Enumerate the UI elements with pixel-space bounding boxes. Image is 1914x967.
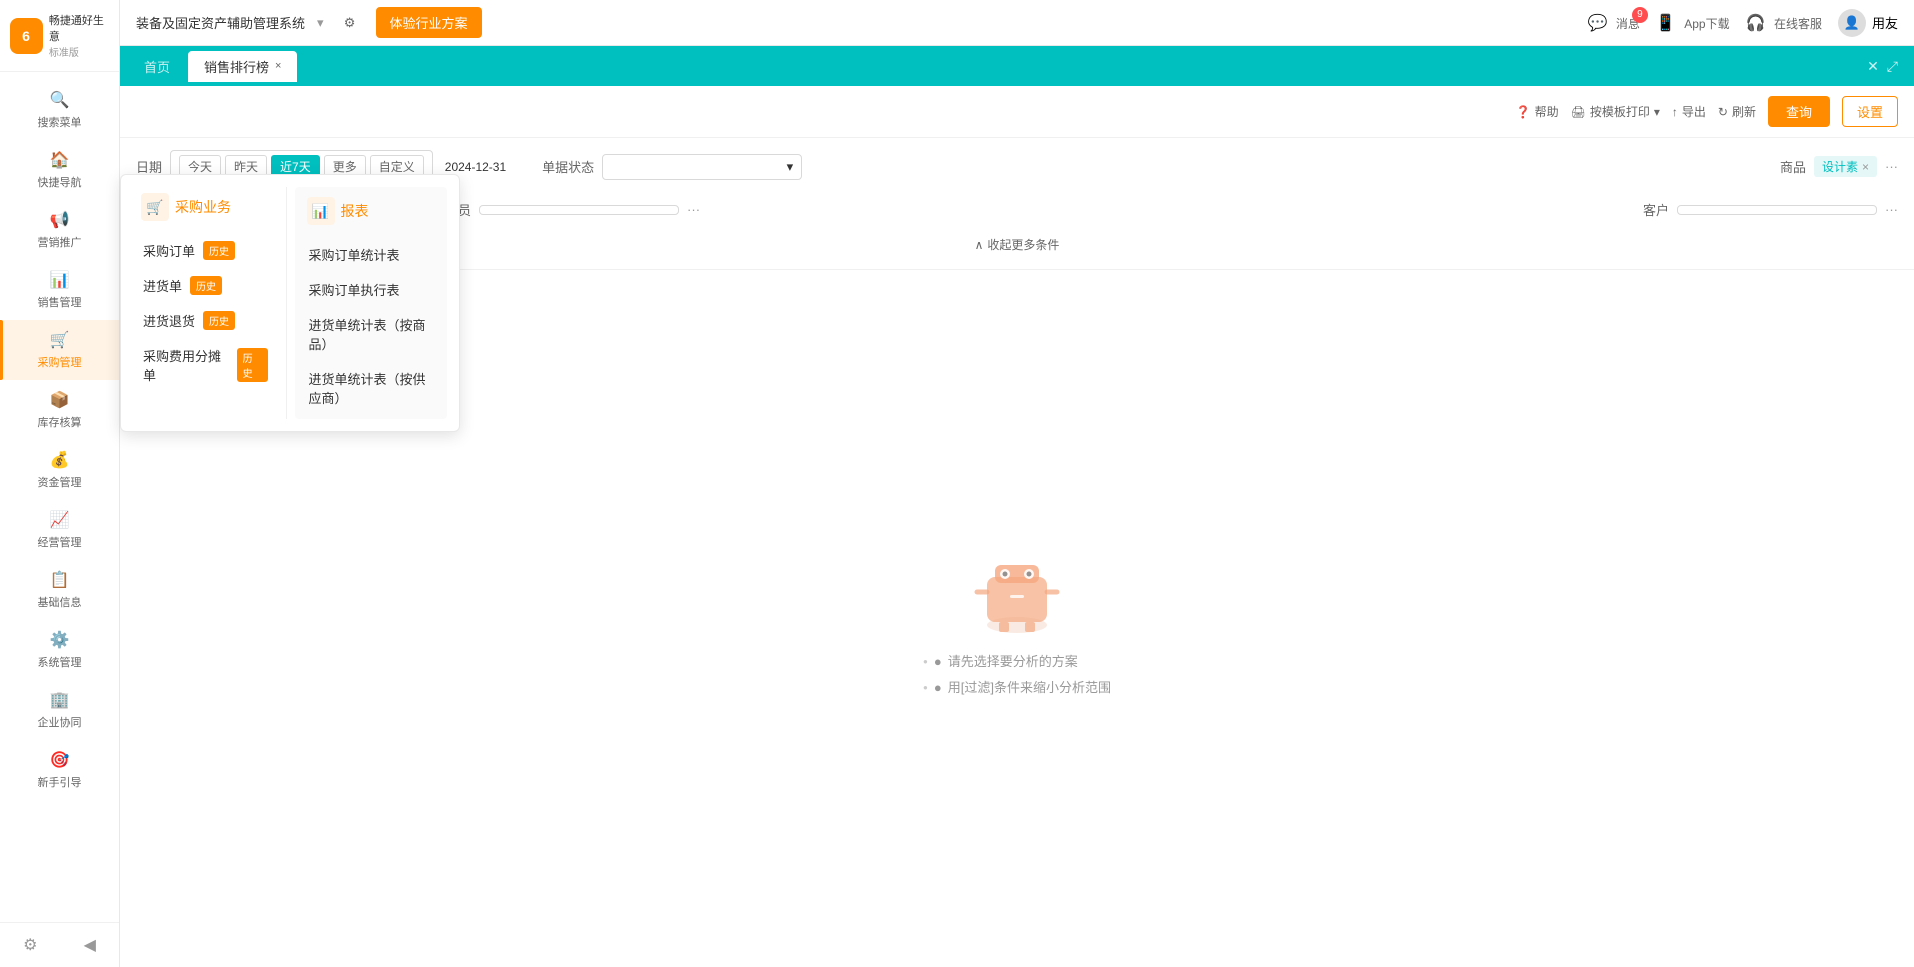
inbound-label: 进货单 [143,276,182,295]
purchase-section-icon: 🛒 [141,193,169,221]
report-section-title: 报表 [341,201,369,221]
inbound-stats-supplier-label: 进货单统计表（按供应商） [309,369,434,407]
purchase-section-title: 采购业务 [175,197,231,217]
menu-item-expense[interactable]: 采购费用分摊单 历史 [133,338,278,392]
purchase-order-stats-label: 采购订单统计表 [309,245,400,264]
menu-item-inbound[interactable]: 进货单 历史 [133,268,278,303]
menu-overlay[interactable] [0,0,1914,967]
menu-item-purchase-order-stats[interactable]: 采购订单统计表 [299,237,444,272]
expense-badge: 历史 [237,348,268,382]
menu-item-return[interactable]: 进货退货 历史 [133,303,278,338]
menu-item-purchase-order-exec[interactable]: 采购订单执行表 [299,272,444,307]
expense-label: 采购费用分摊单 [143,346,229,384]
report-section-header: 📊 报表 [299,191,444,231]
report-menu-section: 📊 报表 采购订单统计表 采购订单执行表 进货单统计表（按商品） 进货单统计表（… [295,187,448,419]
purchase-menu-section: 🛒 采购业务 采购订单 历史 进货单 历史 进货退货 历史 采购费用分摊单 历史 [133,187,278,419]
menu-item-inbound-stats-supplier[interactable]: 进货单统计表（按供应商） [299,361,444,415]
return-badge: 历史 [203,311,235,330]
purchase-section-header: 🛒 采购业务 [133,187,278,227]
menu-item-inbound-stats-goods[interactable]: 进货单统计表（按商品） [299,307,444,361]
menu-section-divider [286,187,287,419]
menu-item-purchase-order[interactable]: 采购订单 历史 [133,233,278,268]
purchase-dropdown-menu: 🛒 采购业务 采购订单 历史 进货单 历史 进货退货 历史 采购费用分摊单 历史… [120,174,460,432]
purchase-order-badge: 历史 [203,241,235,260]
report-section-icon: 📊 [307,197,335,225]
inbound-badge: 历史 [190,276,222,295]
return-label: 进货退货 [143,311,195,330]
inbound-stats-goods-label: 进货单统计表（按商品） [309,315,434,353]
purchase-order-exec-label: 采购订单执行表 [309,280,400,299]
purchase-order-label: 采购订单 [143,241,195,260]
